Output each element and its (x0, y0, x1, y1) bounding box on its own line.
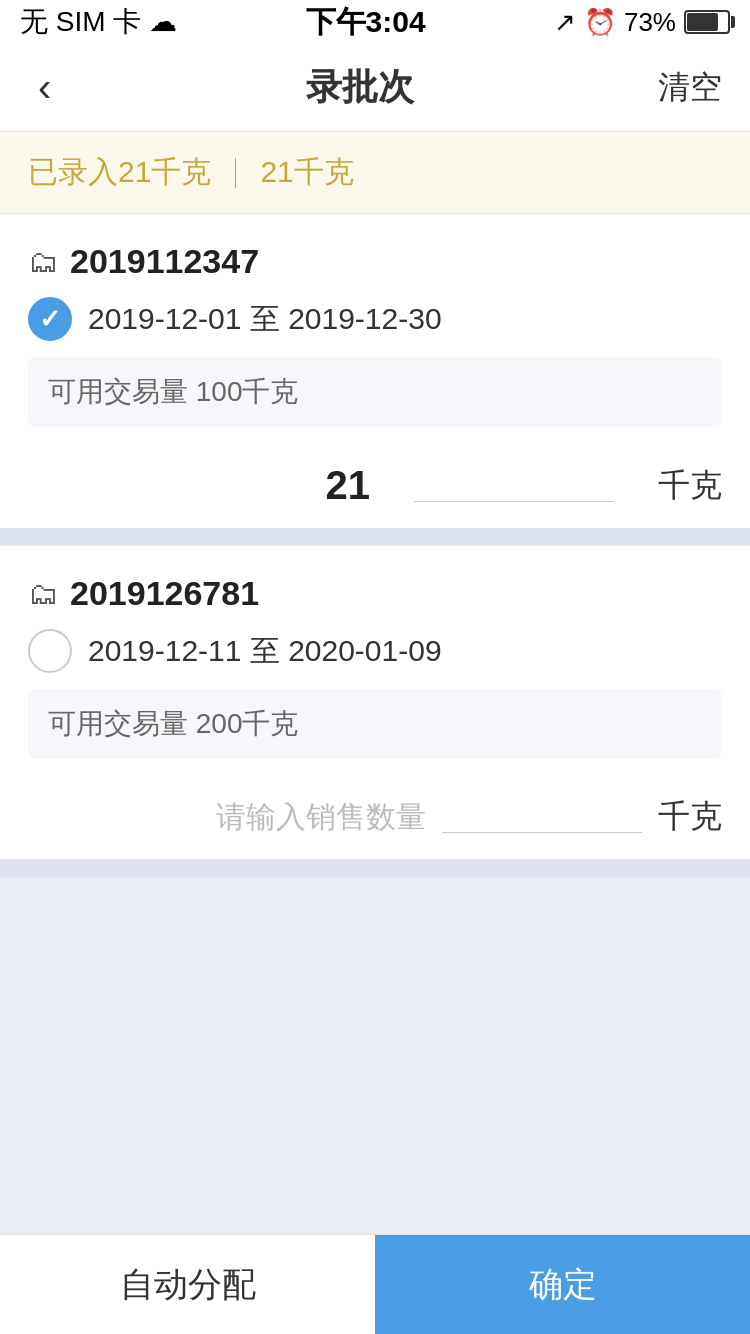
signal-text: 无 SIM 卡 ☁ (20, 3, 177, 41)
summary-banner: 已录入21千克 21千克 (0, 132, 750, 214)
batch-card-1: 🗂 2019112347 2019-12-01 至 2019-12-30 可用交… (0, 214, 750, 528)
recorded-label: 已录入21千克 (28, 152, 211, 193)
batch-2-radio[interactable] (28, 629, 72, 673)
batch-1-date-row[interactable]: 2019-12-01 至 2019-12-30 (0, 291, 750, 357)
status-bar: 无 SIM 卡 ☁ 下午3:04 ↗ ⏰ 73% (0, 0, 750, 44)
alarm-icon: ⏰ (584, 7, 616, 38)
status-left: 无 SIM 卡 ☁ (20, 3, 177, 41)
batch-2-icon: 🗂 (28, 577, 58, 611)
batch-2-date: 2019-12-11 至 2020-01-09 (88, 631, 442, 672)
batch-2-unit: 千克 (658, 795, 722, 839)
status-right: ↗ ⏰ 73% (554, 7, 730, 38)
nav-bar: ‹ 录批次 清空 (0, 44, 750, 132)
batch-1-icon: 🗂 (28, 245, 58, 279)
battery-icon (684, 10, 730, 34)
batch-1-available: 可用交易量 100千克 (28, 357, 722, 427)
status-time: 下午3:04 (306, 2, 426, 43)
batch-card-2: 🗂 2019126781 2019-12-11 至 2020-01-09 可用交… (0, 546, 750, 859)
footer: 自动分配 确定 (0, 1234, 750, 1334)
section-divider-1 (0, 528, 750, 546)
clear-button[interactable]: 清空 (658, 66, 722, 110)
batch-2-number: 2019126781 (70, 574, 259, 613)
batch-1-date: 2019-12-01 至 2019-12-30 (88, 299, 442, 340)
content-area: 已录入21千克 21千克 🗂 2019112347 2019-12-01 至 2… (0, 132, 750, 1334)
batch-1-input-row: 21 千克 (0, 447, 750, 528)
batch-2-placeholder: 请输入销售数量 (28, 797, 426, 838)
batch-2-available: 可用交易量 200千克 (28, 689, 722, 759)
batch-1-header: 🗂 2019112347 (0, 214, 750, 291)
total-label: 21千克 (260, 152, 353, 193)
confirm-button[interactable]: 确定 (375, 1235, 750, 1334)
battery-fill (687, 13, 718, 31)
batch-1-number: 2019112347 (70, 242, 259, 281)
batch-1-unit: 千克 (658, 464, 722, 508)
back-button[interactable]: ‹ (28, 55, 61, 120)
battery-percent: 73% (624, 7, 676, 38)
batch-1-qty-value: 21 (326, 463, 371, 508)
section-divider-2 (0, 859, 750, 877)
batch-2-input-row[interactable]: 请输入销售数量 千克 (0, 779, 750, 859)
summary-divider (235, 158, 236, 188)
arrow-icon: ↗ (554, 7, 576, 38)
batch-1-radio[interactable] (28, 297, 72, 341)
auto-distribute-button[interactable]: 自动分配 (0, 1235, 375, 1334)
page-title: 录批次 (306, 63, 414, 112)
batch-2-header: 🗂 2019126781 (0, 546, 750, 623)
batch-2-date-row[interactable]: 2019-12-11 至 2020-01-09 (0, 623, 750, 689)
